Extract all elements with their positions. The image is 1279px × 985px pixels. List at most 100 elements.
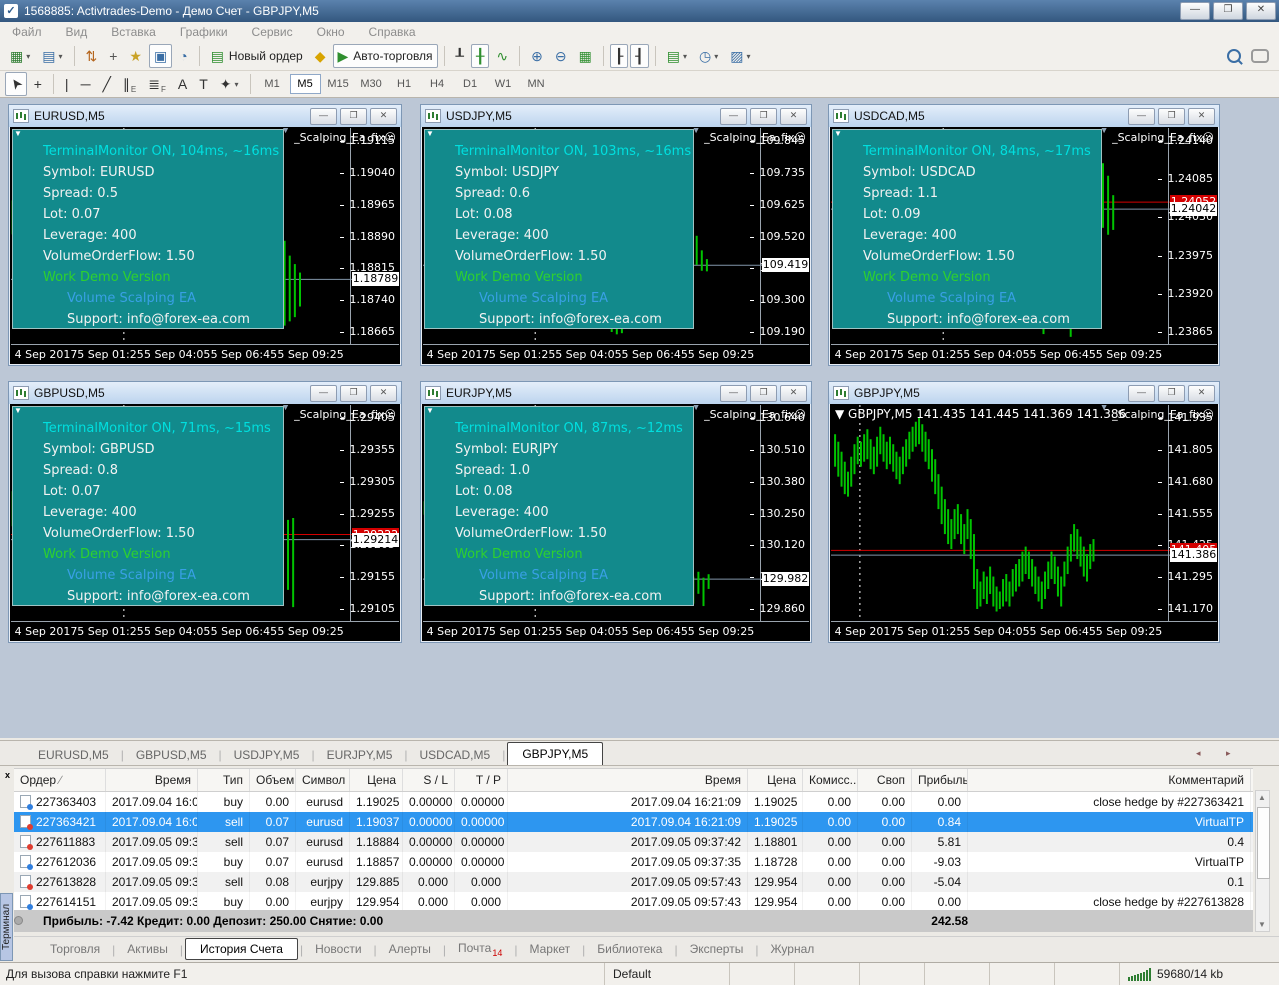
menu-Вставка[interactable]: Вставка (99, 25, 168, 39)
trend-line-button[interactable]: ╱ (97, 72, 115, 96)
symbol-dropdown-icon[interactable]: ▼ (426, 406, 434, 415)
navigator-button[interactable]: ★ (124, 44, 147, 68)
terminal-tab-Новости[interactable]: Новости (305, 939, 371, 959)
chevron-down-icon[interactable]: ▾ (746, 52, 750, 61)
vertical-line-button[interactable]: | (60, 72, 74, 96)
candle-chart-type-button[interactable]: ╂ (470, 44, 490, 68)
crosshair-button[interactable]: + (29, 72, 47, 96)
chevron-down-icon[interactable]: ▾ (26, 52, 30, 61)
text-label-button[interactable]: T (194, 72, 213, 96)
terminal-tab-Алерты[interactable]: Алерты (379, 939, 441, 959)
terminal-tab-Почта[interactable]: Почта14 (448, 938, 512, 961)
column-header-2[interactable]: Тип (198, 769, 250, 791)
chevron-down-icon[interactable]: ▾ (235, 80, 239, 89)
chevron-down-icon[interactable]: ▾ (58, 52, 62, 61)
terminal-tab-Журнал[interactable]: Журнал (760, 939, 824, 959)
chart-area-gbpjpy[interactable]: ▼141.935141.805141.680141.555141.425141.… (831, 405, 1217, 640)
bar-chart-type-button[interactable]: ┸ (451, 44, 469, 68)
chart-close-button[interactable]: ✕ (780, 107, 807, 125)
history-row[interactable]: 2273634032017.09.04 16:01:07buy0.00eurus… (14, 792, 1253, 812)
terminal-tab-Активы[interactable]: Активы (117, 939, 178, 959)
chart-tab-EURJPY,M5[interactable]: EURJPY,M5 (317, 744, 403, 765)
terminal-tab-Торговля[interactable]: Торговля (40, 939, 110, 959)
strategy-tester-button[interactable]: ◔ (174, 44, 192, 68)
chart-minimize-button[interactable]: — (310, 384, 337, 402)
chat-icon[interactable] (1251, 49, 1269, 63)
terminal-tab-Маркет[interactable]: Маркет (519, 939, 580, 959)
smiley-icon[interactable]: ☺ (385, 131, 396, 144)
history-row[interactable]: 227363421 2017.09.04 16:01:08sell0.07euru… (14, 812, 1253, 832)
column-header-11[interactable]: Своп (858, 769, 912, 791)
new-chart-button[interactable]: ▦ ▾ (5, 44, 35, 68)
market-watch-button[interactable]: ⇅ (81, 44, 103, 68)
scroll-up-icon[interactable]: ▲ (1258, 793, 1266, 802)
chart-tab-USDJPY,M5[interactable]: USDJPY,M5 (224, 744, 310, 765)
terminal-button[interactable]: ▣ (148, 44, 173, 68)
timeframe-M15[interactable]: M15 (323, 74, 354, 94)
horizontal-line-button[interactable]: ─ (76, 72, 96, 96)
column-header-4[interactable]: Символ (296, 769, 350, 791)
chart-shift-button[interactable]: ┨ (630, 44, 649, 68)
chart-close-button[interactable]: ✕ (370, 384, 397, 402)
chart-tab-GBPJPY,M5[interactable]: GBPJPY,M5 (507, 742, 604, 765)
column-header-8[interactable]: Время (508, 769, 748, 791)
chart-area-eurjpy[interactable]: ▼ 130.640 130.510 130.380 130.250 130.120 129.… (423, 405, 809, 640)
terminal-tab-Эксперты[interactable]: Эксперты (680, 939, 754, 959)
chevron-down-icon[interactable]: ▾ (683, 52, 687, 61)
column-header-12[interactable]: Прибыль (912, 769, 968, 791)
chart-restore-button[interactable]: ❐ (750, 384, 777, 402)
close-button[interactable]: ✕ (1246, 2, 1276, 20)
fibonacci-button[interactable]: ≣ F (143, 72, 171, 96)
smiley-icon[interactable]: ☺ (385, 408, 396, 421)
column-header-10[interactable]: Комисс... (803, 769, 858, 791)
auto-scroll-button[interactable]: ┠ (609, 44, 629, 68)
chart-restore-button[interactable]: ❐ (340, 384, 367, 402)
column-header-0[interactable]: Ордер ∕ (14, 769, 106, 791)
chevron-down-icon[interactable]: ▾ (714, 52, 718, 61)
column-header-5[interactable]: Цена (350, 769, 403, 791)
terminal-tab-История Счета[interactable]: История Счета (184, 938, 298, 960)
smiley-icon[interactable]: ☺ (1203, 131, 1214, 144)
chart-area-usdcad[interactable]: ▼ 1.24140 1.24085 1.24030 1.23975 1.23920 1.23… (831, 128, 1217, 363)
new-order-button[interactable]: ▤ Новый ордер (206, 44, 308, 68)
menu-Окно[interactable]: Окно (305, 25, 357, 39)
chart-tab-USDCAD,M5[interactable]: USDCAD,M5 (410, 744, 501, 765)
chart-close-button[interactable]: ✕ (1188, 107, 1215, 125)
arrows-button[interactable]: ✦ ▾ (215, 72, 244, 96)
templates-button[interactable]: ▨ ▾ (725, 44, 755, 68)
timeframe-M1[interactable]: M1 (257, 74, 288, 94)
history-row[interactable]: 227612036 2017.09.05 09:36:33buy0.07eurus… (14, 852, 1253, 872)
zoom-out-button[interactable]: ⊖ (550, 44, 572, 68)
smiley-icon[interactable]: ☺ (795, 408, 806, 421)
symbol-dropdown-icon[interactable]: ▼ (426, 129, 434, 138)
cursor-button[interactable]: ➤ (5, 72, 27, 96)
column-header-13[interactable]: Комментарий (968, 769, 1251, 791)
profiles-button[interactable]: ▤ ▾ (37, 44, 67, 68)
column-header-1[interactable]: Время (106, 769, 198, 791)
chart-restore-button[interactable]: ❐ (750, 107, 777, 125)
scroll-down-icon[interactable]: ▼ (1258, 920, 1266, 929)
chart-minimize-button[interactable]: — (1128, 107, 1155, 125)
menu-Справка[interactable]: Справка (357, 25, 428, 39)
scrollbar-thumb[interactable] (1257, 807, 1270, 879)
chart-area-usdjpy[interactable]: ▼109.845109.735109.625109.520109.410109.… (423, 128, 809, 363)
column-header-7[interactable]: T / P (455, 769, 508, 791)
chart-tab-GBPUSD,M5[interactable]: GBPUSD,M5 (126, 744, 217, 765)
chart-tab-EURUSD,M5[interactable]: EURUSD,M5 (28, 744, 119, 765)
chart-area-gbpusd[interactable]: ▼1.294051.293551.293051.292551.292051.29… (11, 405, 399, 640)
smiley-icon[interactable]: ☺ (795, 131, 806, 144)
restore-button[interactable]: ❐ (1213, 2, 1243, 20)
menu-Сервис[interactable]: Сервис (240, 25, 305, 39)
chart-close-button[interactable]: ✕ (780, 384, 807, 402)
terminal-tab-Библиотека[interactable]: Библиотека (587, 939, 672, 959)
table-scrollbar[interactable]: ▲ ▼ (1255, 790, 1270, 932)
symbol-dropdown-icon[interactable]: ▼ (834, 129, 842, 138)
menu-Графики[interactable]: Графики (168, 25, 240, 39)
timeframe-H4[interactable]: H4 (422, 74, 453, 94)
history-row[interactable]: 227611883 2017.09.05 09:36:32sell0.07euru… (14, 832, 1253, 852)
line-chart-type-button[interactable]: ∿ (491, 44, 513, 68)
chart-close-button[interactable]: ✕ (1188, 384, 1215, 402)
chart-minimize-button[interactable]: — (720, 384, 747, 402)
timeframe-H1[interactable]: H1 (389, 74, 420, 94)
terminal-side-tab[interactable]: Терминал (0, 893, 13, 961)
